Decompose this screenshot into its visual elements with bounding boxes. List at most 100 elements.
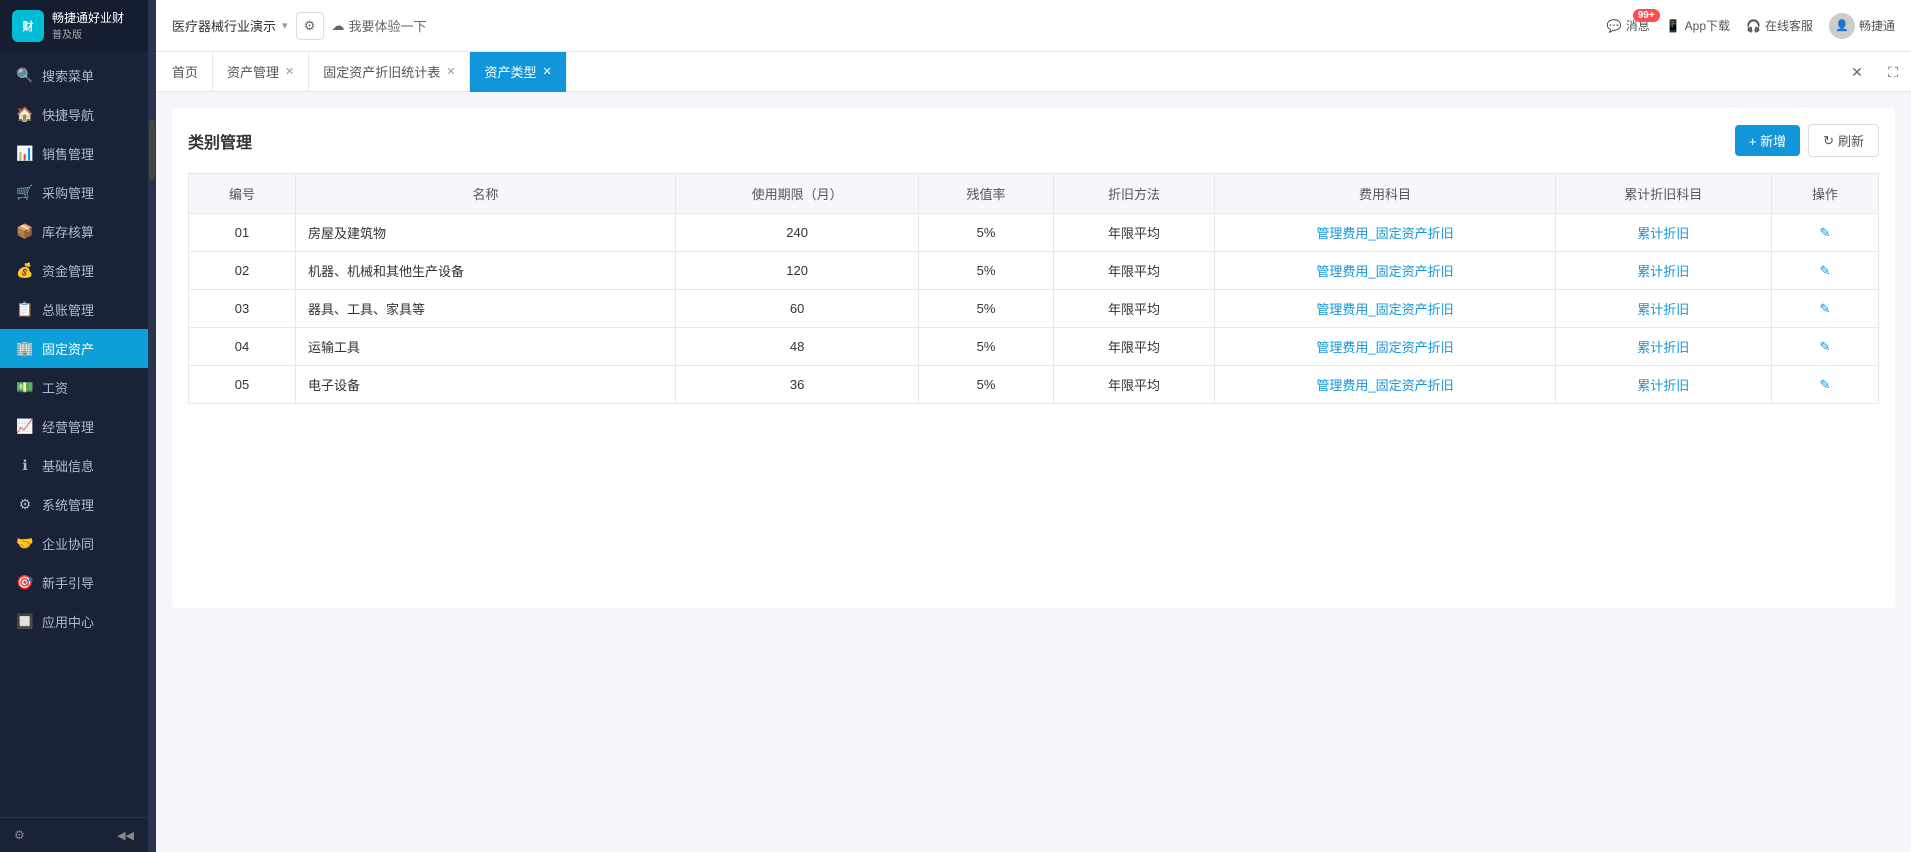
cell-1-5: 管理费用_固定资产折旧 (1215, 252, 1555, 290)
tab-资产类型[interactable]: 资产类型✕ (470, 52, 566, 92)
panel-header: 类别管理 + 新增 ↻ 刷新 (188, 124, 1879, 157)
sidebar-item-新手引导[interactable]: 🎯 新手引导 (0, 563, 148, 602)
logo-text-block: 畅捷通好业财 普及版 (52, 11, 124, 42)
cell-4-4: 年限平均 (1053, 366, 1215, 404)
cell-0-5: 管理费用_固定资产折旧 (1215, 214, 1555, 252)
cell-4-0: 05 (189, 366, 296, 404)
content-area: 类别管理 + 新增 ↻ 刷新 编号名称使用期限（月）残值率折旧方法费用科目累计折… (156, 92, 1911, 852)
nav-label-14: 应用中心 (42, 612, 94, 631)
main-area: 医疗器械行业演示 ▾ ⚙ ☁ 我要体验一下 💬 消息 99 📱 App下载 (156, 0, 1911, 852)
nav-icon-13: 🎯 (16, 574, 34, 592)
cell-0-3: 5% (919, 214, 1053, 252)
refresh-label: 刷新 (1838, 131, 1864, 150)
collapse-icon[interactable]: ◀◀ (117, 829, 134, 842)
nav-icon-11: ⚙ (16, 496, 34, 514)
cell-0-6: 累计折旧 (1555, 214, 1771, 252)
cell-1-6: 累计折旧 (1555, 252, 1771, 290)
tab-close-1[interactable]: ✕ (285, 65, 294, 78)
tab-close-3[interactable]: ✕ (543, 65, 552, 78)
cell-0-7[interactable]: ✎ (1771, 214, 1878, 252)
cell-1-7[interactable]: ✎ (1771, 252, 1878, 290)
nav-label-13: 新手引导 (42, 573, 94, 592)
sidebar-item-资金管理[interactable]: 💰资金管理 (0, 251, 148, 290)
refresh-button[interactable]: ↻ 刷新 (1808, 124, 1879, 157)
cell-3-2: 48 (675, 328, 918, 366)
message-badge: 99 (1633, 9, 1660, 22)
app-download-button[interactable]: 📱 App下载 (1666, 17, 1730, 34)
sidebar-item-经营管理[interactable]: 📈经营管理 (0, 407, 148, 446)
nav-icon-0: 🔍 (16, 67, 34, 85)
cell-4-6: 累计折旧 (1555, 366, 1771, 404)
user-profile[interactable]: 👤 畅捷通 (1829, 13, 1895, 39)
nav-label-12: 企业协同 (42, 534, 94, 553)
sidebar-item-快捷导航[interactable]: 🏠 快捷导航 (0, 95, 148, 134)
sidebar-item-基础信息[interactable]: ℹ基础信息 (0, 446, 148, 485)
nav-label-5: 资金管理 (42, 261, 94, 280)
logo-subtitle: 普及版 (52, 26, 124, 41)
current-app-name: 医疗器械行业演示 (172, 16, 276, 35)
new-button[interactable]: + 新增 (1735, 125, 1800, 156)
nav-label-8: 工资 (42, 378, 68, 397)
cell-1-0: 02 (189, 252, 296, 290)
maximize-window-button[interactable]: ⛶ (1875, 58, 1911, 86)
sidebar-item-总账管理[interactable]: 📋总账管理 (0, 290, 148, 329)
nav-icon-1: 🏠 (16, 106, 34, 124)
nav-icon-4: 📦 (16, 223, 34, 241)
sidebar-item-固定资产[interactable]: 🏢固定资产 (0, 329, 148, 368)
tab-资产管理[interactable]: 资产管理✕ (213, 52, 309, 92)
cell-1-3: 5% (919, 252, 1053, 290)
current-app-selector[interactable]: 医疗器械行业演示 ▾ (172, 16, 288, 35)
cell-3-4: 年限平均 (1053, 328, 1215, 366)
cell-2-1: 器具、工具、家具等 (296, 290, 676, 328)
col-header-5: 费用科目 (1215, 174, 1555, 214)
sidebar-item-应用中心[interactable]: 🔲应用中心 (0, 602, 148, 641)
cell-2-5: 管理费用_固定资产折旧 (1215, 290, 1555, 328)
sidebar-item-企业协同[interactable]: 🤝企业协同 (0, 524, 148, 563)
settings-icon[interactable]: ⚙ (14, 828, 25, 842)
cell-1-4: 年限平均 (1053, 252, 1215, 290)
sidebar-scrollbar[interactable] (148, 0, 156, 852)
refresh-icon: ↻ (1823, 133, 1834, 149)
settings-button[interactable]: ⚙ (296, 12, 324, 40)
cell-1-2: 120 (675, 252, 918, 290)
nav-label-3: 采购管理 (42, 183, 94, 202)
cell-1-1: 机器、机械和其他生产设备 (296, 252, 676, 290)
cell-0-2: 240 (675, 214, 918, 252)
online-service-button[interactable]: 🎧 在线客服 (1746, 17, 1813, 34)
col-header-0: 编号 (189, 174, 296, 214)
tab-首页[interactable]: 首页 (172, 52, 213, 92)
nav-icon-7: 🏢 (16, 340, 34, 358)
col-header-1: 名称 (296, 174, 676, 214)
app-download-label: App下载 (1685, 17, 1730, 34)
tab-label-2: 固定资产折旧统计表 (323, 62, 440, 81)
sidebar-item-采购管理[interactable]: 🛒采购管理 (0, 173, 148, 212)
experience-button[interactable]: ☁ 我要体验一下 (332, 16, 427, 35)
cloud-icon: ☁ (332, 18, 345, 34)
nav-label-11: 系统管理 (42, 495, 94, 514)
cell-4-7[interactable]: ✎ (1771, 366, 1878, 404)
nav-label-10: 基础信息 (42, 456, 94, 475)
cell-2-7[interactable]: ✎ (1771, 290, 1878, 328)
cell-3-7[interactable]: ✎ (1771, 328, 1878, 366)
col-header-4: 折旧方法 (1053, 174, 1215, 214)
dropdown-arrow-icon: ▾ (282, 19, 288, 32)
cell-4-3: 5% (919, 366, 1053, 404)
cell-2-2: 60 (675, 290, 918, 328)
nav-label-0: 搜索菜单 (42, 66, 94, 85)
sidebar-item-库存核算[interactable]: 📦库存核算 (0, 212, 148, 251)
sidebar-item-系统管理[interactable]: ⚙ 系统管理 (0, 485, 148, 524)
table-row: 02机器、机械和其他生产设备1205%年限平均管理费用_固定资产折旧累计折旧✎ (189, 252, 1879, 290)
tab-close-2[interactable]: ✕ (446, 65, 455, 78)
table-header: 编号名称使用期限（月）残值率折旧方法费用科目累计折旧科目操作 (189, 174, 1879, 214)
sidebar-item-搜索菜单[interactable]: 🔍 搜索菜单 (0, 56, 148, 95)
message-button[interactable]: 💬 消息 99 (1607, 17, 1650, 34)
cell-0-4: 年限平均 (1053, 214, 1215, 252)
close-window-button[interactable]: ✕ (1839, 58, 1875, 86)
sidebar-item-销售管理[interactable]: 📊销售管理 (0, 134, 148, 173)
user-name: 畅捷通 (1859, 17, 1895, 34)
tab-固定资产折旧统计表[interactable]: 固定资产折旧统计表 ✕ (309, 52, 470, 92)
nav-icon-9: 📈 (16, 418, 34, 436)
sidebar-item-工资[interactable]: 💵工资 (0, 368, 148, 407)
table-row: 03器具、工具、家具等605%年限平均管理费用_固定资产折旧累计折旧✎ (189, 290, 1879, 328)
nav-label-1: 快捷导航 (42, 105, 94, 124)
